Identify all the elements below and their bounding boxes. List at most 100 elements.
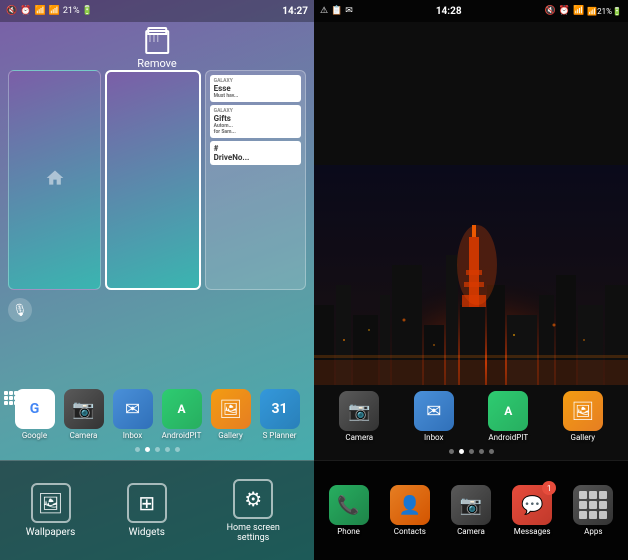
right-inbox-label: Inbox — [424, 433, 444, 442]
left-app-androidpit[interactable]: A AndroidPIT — [162, 389, 202, 440]
dock-phone[interactable]: 📞 Phone — [329, 485, 369, 536]
warning-icon: ⚠ — [320, 6, 328, 16]
right-androidpit-icon: A — [488, 391, 528, 431]
right-status-bar: ⚠ 📋 ✉ 14:28 🔇 ⏰ 📶 📶21%🔋 — [314, 0, 628, 22]
right-dock: 📞 Phone 👤 Contacts 📷 Camera 💬 1 Messages — [314, 460, 628, 560]
signal-icon: 📶 — [49, 6, 60, 16]
panels-row: GALAXY Esse Must hav... GALAXY Gifts Aut… — [0, 70, 314, 290]
contacts-label: Contacts — [394, 527, 426, 536]
right-camera-label: Camera — [345, 433, 373, 442]
google-icon: G — [15, 389, 55, 429]
wallpapers-icon: 🖼 — [31, 483, 71, 523]
phone-icon: 📞 — [329, 485, 369, 525]
androidpit-label: AndroidPIT — [162, 431, 202, 440]
right-app-gallery[interactable]: 🖼 Gallery — [563, 391, 603, 442]
right-panel: ⚠ 📋 ✉ 14:28 🔇 ⏰ 📶 📶21%🔋 — [314, 0, 628, 560]
battery-pct: 21% 🔋 — [63, 6, 93, 16]
google-label: Google — [22, 431, 47, 440]
widgets-option[interactable]: ⊞ Widgets — [127, 483, 167, 538]
left-app-google[interactable]: G Google — [15, 389, 55, 440]
right-dot-4[interactable] — [489, 449, 494, 454]
contacts-icon: 👤 — [390, 485, 430, 525]
right-inbox-icon: ✉ — [414, 391, 454, 431]
home-settings-label: Home screen settings — [218, 523, 288, 543]
dot-4[interactable] — [175, 447, 180, 452]
right-dots-row — [314, 449, 628, 454]
apps-icon — [573, 485, 613, 525]
home-settings-option[interactable]: ⚙ Home screen settings — [218, 479, 288, 543]
left-dots-row — [0, 447, 314, 452]
mute2-icon: 🔇 — [545, 6, 556, 16]
dock-messages[interactable]: 💬 1 Messages — [512, 485, 552, 536]
right-dot-3[interactable] — [479, 449, 484, 454]
phone-label: Phone — [337, 527, 360, 536]
dock-camera[interactable]: 📷 Camera — [451, 485, 491, 536]
remove-label: Remove — [137, 57, 177, 70]
mic-button[interactable]: 🎙 — [8, 298, 32, 322]
left-app-gallery[interactable]: 🖼 Gallery — [211, 389, 251, 440]
gallery-label: Gallery — [218, 431, 243, 440]
dot-3[interactable] — [165, 447, 170, 452]
right-status-icons-right: 🔇 ⏰ 📶 📶21%🔋 — [545, 6, 622, 16]
androidpit-icon: A — [162, 389, 202, 429]
right-dot-2[interactable] — [469, 449, 474, 454]
mute-icon: 🔇 — [6, 6, 17, 16]
left-status-bar: 🔇 ⏰ 📶 📶 21% 🔋 14:27 — [0, 0, 314, 22]
apps-label: Apps — [584, 527, 602, 536]
alarm-icon: ⏰ — [20, 6, 31, 16]
wallpapers-label: Wallpapers — [26, 527, 76, 538]
splanner-label: S Planner — [263, 431, 297, 440]
widgets-icon: ⊞ — [127, 483, 167, 523]
right-status-time: 14:28 — [436, 6, 462, 17]
dock-contacts[interactable]: 👤 Contacts — [390, 485, 430, 536]
messages-label: Messages — [514, 527, 551, 536]
gallery-icon: 🖼 — [211, 389, 251, 429]
wallpapers-option[interactable]: 🖼 Wallpapers — [26, 483, 76, 538]
left-status-time: 14:27 — [282, 6, 308, 17]
right-app-camera[interactable]: 📷 Camera — [339, 391, 379, 442]
inbox-label: Inbox — [123, 431, 143, 440]
splanner-icon: 31 — [260, 389, 300, 429]
left-bottom-bar: 🖼 Wallpapers ⊞ Widgets ⚙ Home screen set… — [0, 460, 314, 560]
right-dot-1[interactable] — [459, 449, 464, 454]
left-app-camera[interactable]: 📷 Camera — [64, 389, 104, 440]
remove-area: Remove — [137, 30, 177, 70]
left-apps-row: G Google 📷 Camera ✉ Inbox A AndroidPIT 🖼… — [0, 389, 314, 440]
dot-2[interactable] — [155, 447, 160, 452]
left-status-icons: 🔇 ⏰ 📶 📶 21% 🔋 — [6, 6, 93, 16]
messages-badge: 1 — [542, 481, 556, 495]
right-gallery-icon: 🖼 — [563, 391, 603, 431]
panel-thumb-2[interactable] — [105, 70, 200, 290]
left-app-splanner[interactable]: 31 S Planner — [260, 389, 300, 440]
city-skyline — [314, 165, 628, 385]
right-app-inbox[interactable]: ✉ Inbox — [414, 391, 454, 442]
inbox-icon: ✉ — [113, 389, 153, 429]
panel-thumb-3[interactable]: GALAXY Esse Must hav... GALAXY Gifts Aut… — [205, 70, 306, 290]
dock-camera-icon: 📷 — [451, 485, 491, 525]
signal2-icon: 📶21%🔋 — [587, 7, 622, 16]
panel-thumb-1[interactable] — [8, 70, 101, 290]
notification-icon: 📋 — [331, 6, 342, 16]
widget-card-2: GALAXY Gifts Autom... for Sam... — [210, 105, 301, 138]
widgets-label: Widgets — [129, 527, 165, 538]
wifi-icon: 📶 — [34, 6, 45, 16]
dock-apps[interactable]: Apps — [573, 485, 613, 536]
dot-1[interactable] — [145, 447, 150, 452]
left-panel: 🔇 ⏰ 📶 📶 21% 🔋 14:27 Remove GALAXY Esse M… — [0, 0, 314, 560]
wifi2-icon: 📶 — [573, 6, 584, 16]
camera-label: Camera — [70, 431, 98, 440]
home-settings-icon: ⚙ — [233, 479, 273, 519]
camera-icon: 📷 — [64, 389, 104, 429]
dot-0[interactable] — [135, 447, 140, 452]
right-androidpit-label: AndroidPIT — [488, 433, 528, 442]
widget-card-1: GALAXY Esse Must hav... — [210, 75, 301, 102]
home-icon-small — [45, 168, 65, 192]
right-app-androidpit[interactable]: A AndroidPIT — [488, 391, 528, 442]
right-dot-0[interactable] — [449, 449, 454, 454]
right-camera-icon: 📷 — [339, 391, 379, 431]
mail-icon: ✉ — [345, 6, 353, 16]
left-app-inbox[interactable]: ✉ Inbox — [113, 389, 153, 440]
dock-camera-label: Camera — [457, 527, 485, 536]
trash-icon — [145, 30, 169, 54]
right-gallery-label: Gallery — [571, 433, 596, 442]
